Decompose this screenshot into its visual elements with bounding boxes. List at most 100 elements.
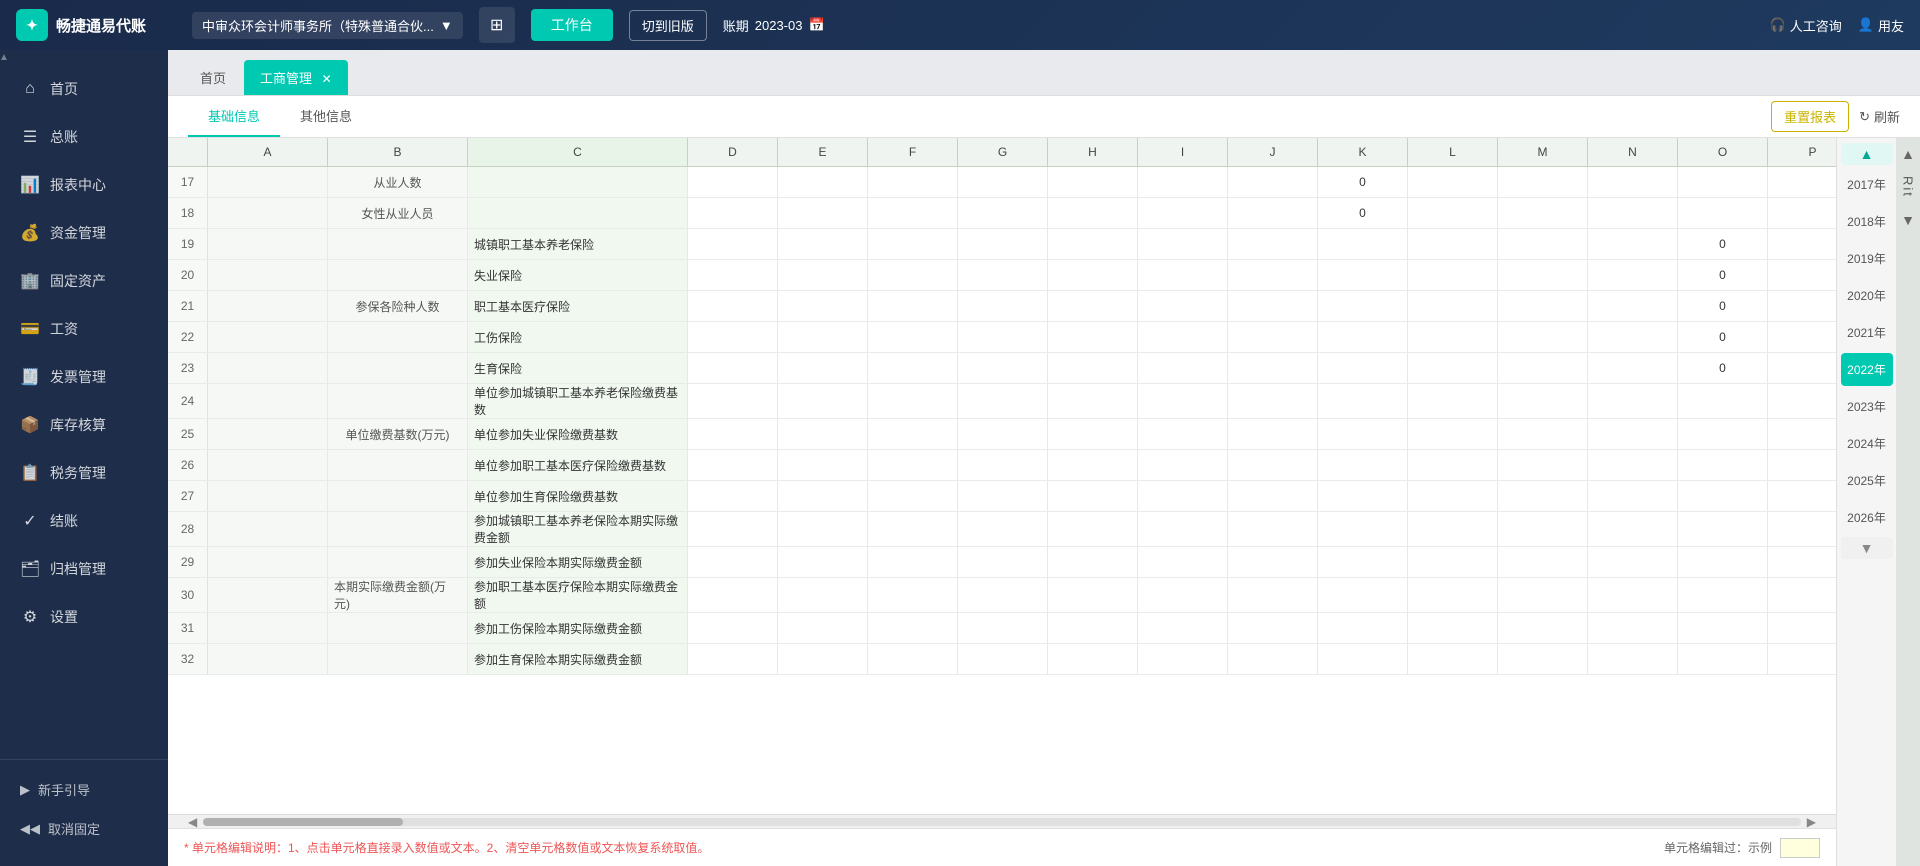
cell-17-K[interactable]: 0 xyxy=(1318,167,1408,197)
cell-25-N[interactable] xyxy=(1588,419,1678,449)
cell-25-J[interactable] xyxy=(1228,419,1318,449)
cell-22-E[interactable] xyxy=(778,322,868,352)
cell-21-H[interactable] xyxy=(1048,291,1138,321)
cell-24-D[interactable] xyxy=(688,384,778,418)
cell-32-C[interactable]: 参加生育保险本期实际缴费金额 xyxy=(468,644,688,674)
cell-24-C[interactable]: 单位参加城镇职工基本养老保险缴费基数 xyxy=(468,384,688,418)
cell-27-L[interactable] xyxy=(1408,481,1498,511)
cell-23-O[interactable]: 0 xyxy=(1678,353,1768,383)
cell-30-L[interactable] xyxy=(1408,578,1498,612)
cell-21-N[interactable] xyxy=(1588,291,1678,321)
cell-25-D[interactable] xyxy=(688,419,778,449)
cell-22-L[interactable] xyxy=(1408,322,1498,352)
cell-17-G[interactable] xyxy=(958,167,1048,197)
cell-18-K[interactable]: 0 xyxy=(1318,198,1408,228)
cell-18-L[interactable] xyxy=(1408,198,1498,228)
cell-28-I[interactable] xyxy=(1138,512,1228,546)
cell-32-J[interactable] xyxy=(1228,644,1318,674)
cell-31-E[interactable] xyxy=(778,613,868,643)
cell-21-P[interactable] xyxy=(1768,291,1836,321)
cell-21-D[interactable] xyxy=(688,291,778,321)
cell-32-D[interactable] xyxy=(688,644,778,674)
cell-29-B[interactable] xyxy=(328,547,468,577)
cell-25-M[interactable] xyxy=(1498,419,1588,449)
cell-19-I[interactable] xyxy=(1138,229,1228,259)
cell-31-M[interactable] xyxy=(1498,613,1588,643)
cell-28-E[interactable] xyxy=(778,512,868,546)
year-item-2024[interactable]: 2024年 xyxy=(1841,427,1893,460)
cell-30-M[interactable] xyxy=(1498,578,1588,612)
cell-20-F[interactable] xyxy=(868,260,958,290)
switch-version-button[interactable]: 切到旧版 xyxy=(629,10,707,41)
cell-29-I[interactable] xyxy=(1138,547,1228,577)
cell-23-E[interactable] xyxy=(778,353,868,383)
cell-21-K[interactable] xyxy=(1318,291,1408,321)
sidebar-item-ledger[interactable]: ☰ 总账 xyxy=(0,113,168,161)
cell-27-C[interactable]: 单位参加生育保险缴费基数 xyxy=(468,481,688,511)
cell-26-B[interactable] xyxy=(328,450,468,480)
year-item-2019[interactable]: 2019年 xyxy=(1841,242,1893,275)
cell-23-J[interactable] xyxy=(1228,353,1318,383)
cell-17-A[interactable] xyxy=(208,167,328,197)
cell-25-B[interactable]: 单位缴费基数(万元) xyxy=(328,419,468,449)
cell-20-P[interactable] xyxy=(1768,260,1836,290)
cell-26-C[interactable]: 单位参加职工基本医疗保险缴费基数 xyxy=(468,450,688,480)
cell-23-F[interactable] xyxy=(868,353,958,383)
cell-28-F[interactable] xyxy=(868,512,958,546)
cell-21-F[interactable] xyxy=(868,291,958,321)
cell-27-B[interactable] xyxy=(328,481,468,511)
cell-25-O[interactable] xyxy=(1678,419,1768,449)
cell-28-M[interactable] xyxy=(1498,512,1588,546)
user-button[interactable]: 👤 用友 xyxy=(1858,16,1904,35)
cell-23-K[interactable] xyxy=(1318,353,1408,383)
cell-25-L[interactable] xyxy=(1408,419,1498,449)
cell-30-F[interactable] xyxy=(868,578,958,612)
scrollbar-track[interactable] xyxy=(203,818,1801,826)
cell-21-B[interactable]: 参保各险种人数 xyxy=(328,291,468,321)
cell-29-A[interactable] xyxy=(208,547,328,577)
cell-28-C[interactable]: 参加城镇职工基本养老保险本期实际缴费金额 xyxy=(468,512,688,546)
cell-17-E[interactable] xyxy=(778,167,868,197)
cell-17-J[interactable] xyxy=(1228,167,1318,197)
cell-27-D[interactable] xyxy=(688,481,778,511)
cell-31-P[interactable] xyxy=(1768,613,1836,643)
cell-25-H[interactable] xyxy=(1048,419,1138,449)
cell-19-B[interactable] xyxy=(328,229,468,259)
cell-25-P[interactable] xyxy=(1768,419,1836,449)
reset-report-button[interactable]: 重置报表 xyxy=(1771,101,1849,132)
sidebar-item-settings[interactable]: ⚙ 设置 xyxy=(0,593,168,641)
cell-30-O[interactable] xyxy=(1678,578,1768,612)
cell-24-M[interactable] xyxy=(1498,384,1588,418)
cell-17-L[interactable] xyxy=(1408,167,1498,197)
cell-18-B[interactable]: 女性从业人员 xyxy=(328,198,468,228)
cell-28-H[interactable] xyxy=(1048,512,1138,546)
cell-26-E[interactable] xyxy=(778,450,868,480)
cell-32-N[interactable] xyxy=(1588,644,1678,674)
cell-24-L[interactable] xyxy=(1408,384,1498,418)
cell-31-B[interactable] xyxy=(328,613,468,643)
cell-24-F[interactable] xyxy=(868,384,958,418)
cell-18-M[interactable] xyxy=(1498,198,1588,228)
cell-29-C[interactable]: 参加失业保险本期实际缴费金额 xyxy=(468,547,688,577)
cell-28-O[interactable] xyxy=(1678,512,1768,546)
workbench-button[interactable]: 工作台 xyxy=(531,9,613,41)
cell-32-E[interactable] xyxy=(778,644,868,674)
cell-24-A[interactable] xyxy=(208,384,328,418)
sub-tab-basic[interactable]: 基础信息 xyxy=(188,96,280,137)
cell-30-B[interactable]: 本期实际缴费金额(万元) xyxy=(328,578,468,612)
cell-25-F[interactable] xyxy=(868,419,958,449)
cell-17-N[interactable] xyxy=(1588,167,1678,197)
cell-28-N[interactable] xyxy=(1588,512,1678,546)
cell-27-H[interactable] xyxy=(1048,481,1138,511)
cell-23-M[interactable] xyxy=(1498,353,1588,383)
cell-19-P[interactable] xyxy=(1768,229,1836,259)
cell-22-M[interactable] xyxy=(1498,322,1588,352)
sidebar-item-unpin[interactable]: ◀◀ 取消固定 xyxy=(0,809,168,848)
cell-31-F[interactable] xyxy=(868,613,958,643)
cell-20-G[interactable] xyxy=(958,260,1048,290)
cell-27-A[interactable] xyxy=(208,481,328,511)
cell-25-G[interactable] xyxy=(958,419,1048,449)
cell-23-H[interactable] xyxy=(1048,353,1138,383)
cell-32-I[interactable] xyxy=(1138,644,1228,674)
cell-24-E[interactable] xyxy=(778,384,868,418)
